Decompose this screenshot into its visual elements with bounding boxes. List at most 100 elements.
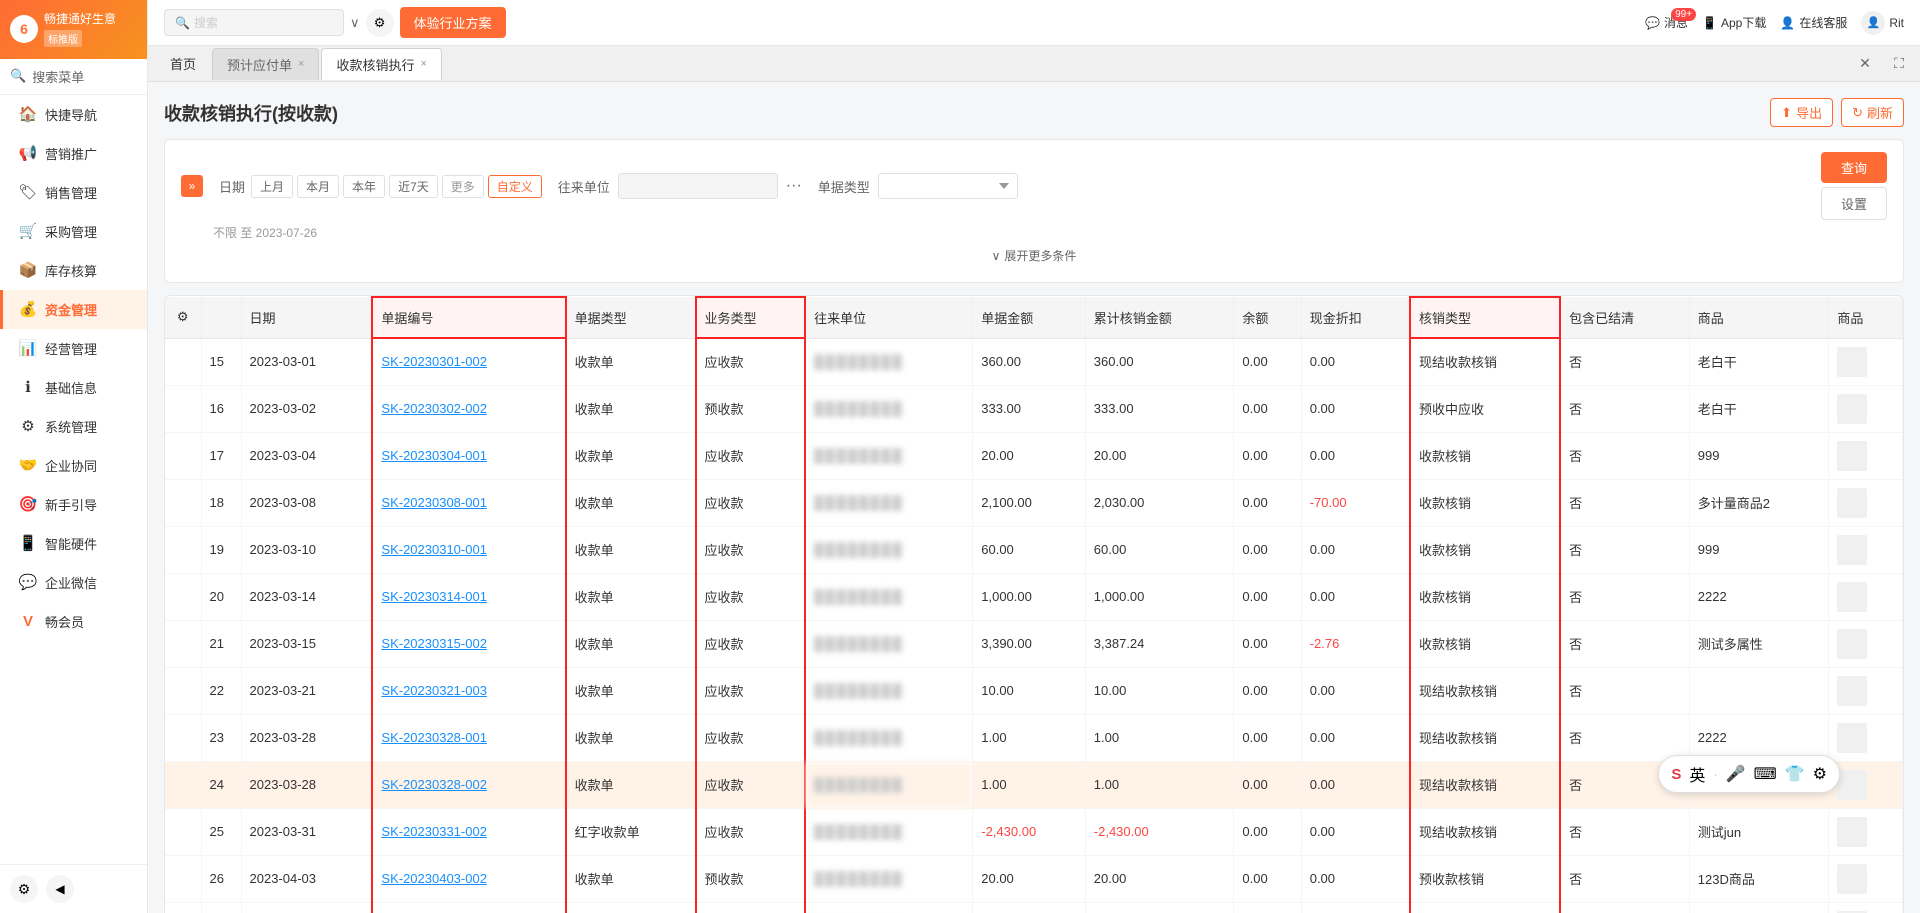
cell-doc-no[interactable]: SK-20230328-002	[372, 761, 565, 808]
tab-close-all-button[interactable]: ✕	[1852, 51, 1878, 77]
cell-product-img	[1829, 855, 1903, 902]
cell-settings	[165, 761, 201, 808]
cell-doc-no[interactable]: SK-20230403-002	[372, 855, 565, 902]
date-btn-this-month[interactable]: 本月	[297, 175, 339, 198]
ime-mic-icon[interactable]: 🎤	[1726, 764, 1746, 784]
cell-doc-no[interactable]: SK-20230321-003	[372, 667, 565, 714]
filter-dots[interactable]: ···	[786, 177, 802, 195]
cell-doc-no[interactable]: SK-20230315-002	[372, 620, 565, 667]
topbar-search-box[interactable]: 🔍 搜索	[164, 9, 344, 36]
column-settings-icon[interactable]: ⚙	[177, 309, 189, 324]
sidebar-item-operation[interactable]: 📊 经营管理	[0, 329, 147, 368]
th-settings[interactable]: ⚙	[165, 297, 201, 338]
filter-settings-button[interactable]: 设置	[1821, 187, 1887, 220]
refresh-button[interactable]: ↻ 刷新	[1841, 98, 1904, 127]
inventory-icon: 📦	[19, 261, 37, 279]
counterpart-input[interactable]	[618, 173, 778, 199]
ime-skin-icon[interactable]: 👕	[1785, 764, 1805, 784]
sidebar-item-label: 库存核算	[45, 261, 97, 280]
filter-toggle-button[interactable]: »	[181, 175, 203, 197]
sidebar-gear-button[interactable]: ⚙	[10, 875, 38, 903]
cell-product-img	[1829, 338, 1903, 385]
tab-home[interactable]: 首页	[156, 48, 210, 79]
cell-product: 测试多属性	[1689, 620, 1829, 667]
cell-doc-no[interactable]: SK-20230308-001	[372, 479, 565, 526]
cell-doc-no[interactable]: SK-20230328-001	[372, 714, 565, 761]
cell-doc-type: 红字收款单	[566, 808, 696, 855]
date-btn-more[interactable]: 更多	[442, 175, 484, 198]
sidebar-item-purchase[interactable]: 🛒 采购管理	[0, 212, 147, 251]
cell-doc-no[interactable]: SK-20230304-001	[372, 432, 565, 479]
topbar-dropdown[interactable]: ∨	[350, 15, 360, 31]
cell-amount: 1,000.00	[973, 573, 1086, 620]
cell-write-off: 333.00	[1085, 385, 1234, 432]
sidebar-item-sales[interactable]: 🏷 销售管理	[0, 173, 147, 212]
sidebar-item-guide[interactable]: 🎯 新手引导	[0, 485, 147, 524]
tab-payable[interactable]: 预计应付单 ×	[212, 48, 319, 80]
sidebar-item-enterprise[interactable]: 🤝 企业协同	[0, 446, 147, 485]
messages-button[interactable]: 💬 消息 99+	[1645, 14, 1688, 31]
sidebar-item-wechat[interactable]: 💬 企业微信	[0, 563, 147, 602]
cell-seq: 19	[201, 526, 241, 573]
cell-doc-no[interactable]: SK-20230408-001	[372, 902, 565, 913]
cell-write-off-type: 预收中应收	[1410, 385, 1560, 432]
cell-doc-no[interactable]: SK-20230310-001	[372, 526, 565, 573]
date-btn-last-month[interactable]: 上月	[251, 175, 293, 198]
export-button[interactable]: ⬆ 导出	[1770, 98, 1833, 127]
doc-type-select[interactable]	[878, 173, 1018, 199]
cell-write-off: 20.00	[1085, 855, 1234, 902]
cell-doc-type: 收款单	[566, 432, 696, 479]
tab-collection-close[interactable]: ×	[420, 58, 426, 70]
cell-settled: 否	[1560, 479, 1689, 526]
logo-text: 畅捷通好生意	[44, 12, 116, 28]
cell-product-img	[1829, 808, 1903, 855]
sidebar-item-inventory[interactable]: 📦 库存核算	[0, 251, 147, 290]
cell-discount: 0.00	[1301, 432, 1410, 479]
sidebar-item-capital[interactable]: 💰 资金管理	[0, 290, 147, 329]
app-download-button[interactable]: 📱 App下载	[1702, 14, 1766, 31]
data-table: ⚙ 日期 单据编号 单据类型 业务类型 往来单位 单据金额 累计核销金额 余额 …	[165, 296, 1903, 913]
sidebar-item-marketing[interactable]: 📢 营销推广	[0, 134, 147, 173]
query-button[interactable]: 查询	[1821, 152, 1887, 183]
cell-doc-no[interactable]: SK-20230302-002	[372, 385, 565, 432]
cell-write-off-type: 现结收款核销	[1410, 338, 1560, 385]
sidebar-item-quick-nav[interactable]: 🏠 快捷导航	[0, 95, 147, 134]
expand-more-button[interactable]: ∨ 展开更多条件	[181, 241, 1887, 270]
doc-type-filter-group: 单据类型	[818, 173, 1018, 199]
ime-english-label[interactable]: 英	[1689, 762, 1705, 786]
refresh-icon: ↻	[1852, 105, 1863, 121]
sidebar-item-hardware[interactable]: 📱 智能硬件	[0, 524, 147, 563]
cell-doc-no[interactable]: SK-20230301-002	[372, 338, 565, 385]
sidebar-item-basic[interactable]: ℹ 基础信息	[0, 368, 147, 407]
cell-doc-no[interactable]: SK-20230331-002	[372, 808, 565, 855]
cell-counterpart: ████████	[805, 385, 973, 432]
sidebar-item-system[interactable]: ⚙ 系统管理	[0, 407, 147, 446]
sidebar-search[interactable]: 🔍 搜索菜单	[0, 59, 147, 95]
ime-keyboard-icon[interactable]: ⌨	[1754, 764, 1777, 784]
table-row: 172023-03-04SK-20230304-001收款单应收款███████…	[165, 432, 1903, 479]
tab-expand-button[interactable]: ⛶	[1886, 51, 1912, 77]
cell-seq: 20	[201, 573, 241, 620]
search-icon: 🔍	[175, 16, 190, 30]
cell-doc-type: 收款单	[566, 761, 696, 808]
cell-doc-no[interactable]: SK-20230314-001	[372, 573, 565, 620]
sidebar-collapse-button[interactable]: ◀	[46, 875, 74, 903]
date-btn-custom[interactable]: 自定义	[488, 175, 542, 198]
cell-discount: 0.00	[1301, 761, 1410, 808]
tab-payable-close[interactable]: ×	[298, 58, 304, 70]
solution-button[interactable]: 体验行业方案	[400, 7, 506, 38]
th-doc-no: 单据编号	[372, 297, 565, 338]
cell-discount: 0.00	[1301, 573, 1410, 620]
counterpart-filter-group: 往来单位 ···	[558, 173, 802, 199]
user-name[interactable]: 👤 Rit	[1861, 11, 1904, 35]
topbar-settings-button[interactable]: ⚙	[366, 9, 394, 37]
tab-collection[interactable]: 收款核销执行 ×	[321, 48, 441, 80]
date-btn-7days[interactable]: 近7天	[389, 175, 438, 198]
ime-settings-icon[interactable]: ⚙	[1813, 764, 1827, 784]
sidebar-item-member[interactable]: V 畅会员	[0, 602, 147, 641]
operation-icon: 📊	[19, 339, 37, 357]
online-service-button[interactable]: 👤 在线客服	[1780, 14, 1847, 31]
date-btn-this-year[interactable]: 本年	[343, 175, 385, 198]
cell-biz-type: 应收款	[696, 902, 806, 913]
doc-type-label: 单据类型	[818, 177, 870, 196]
